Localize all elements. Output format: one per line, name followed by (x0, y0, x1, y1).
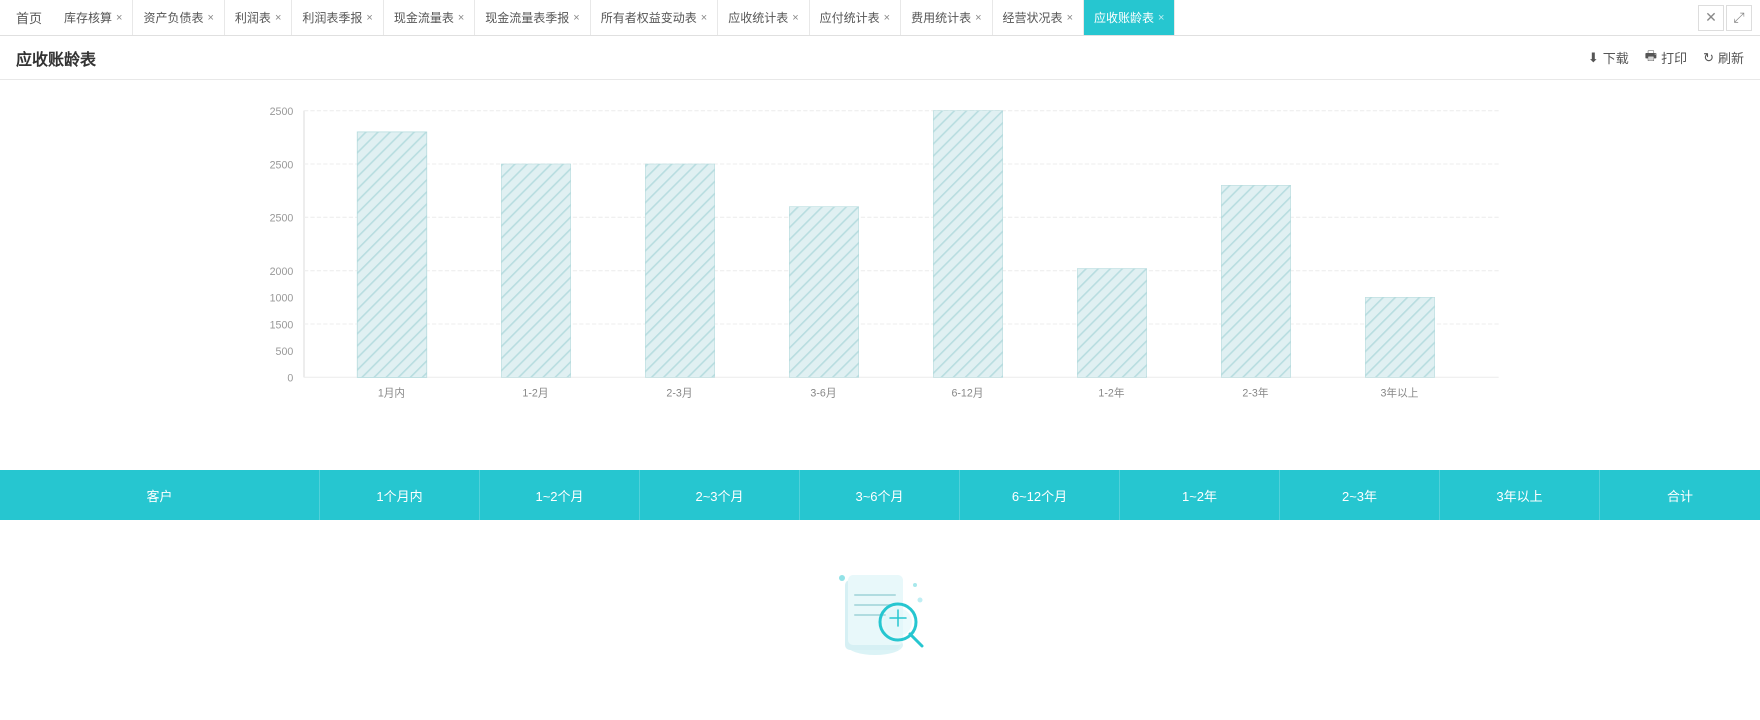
tab-bar: 首页 库存核算 × 资产负债表 × 利润表 × 利润表季报 × 现金流量表 × … (0, 0, 1760, 36)
svg-text:6-12月: 6-12月 (951, 388, 983, 400)
col-header-3plus-year: 3年以上 (1440, 470, 1600, 520)
col-header-1-2year: 1~2年 (1120, 470, 1280, 520)
tab-ar-aging[interactable]: 应收账龄表 × (1084, 0, 1175, 36)
tab-profit-quarterly-label: 利润表季报 (302, 9, 362, 26)
tab-balance[interactable]: 资产负债表 × (133, 0, 224, 36)
tab-balance-close[interactable]: × (207, 12, 213, 24)
svg-text:1000: 1000 (270, 293, 294, 305)
tab-cashflow-close[interactable]: × (458, 12, 464, 24)
svg-text:2-3年: 2-3年 (1242, 387, 1268, 400)
tab-inventory[interactable]: 库存核算 × (54, 0, 133, 36)
tab-profit-quarterly-close[interactable]: × (366, 12, 372, 24)
empty-illustration (820, 550, 940, 670)
tab-cashflow[interactable]: 现金流量表 × (384, 0, 475, 36)
svg-text:2-3月: 2-3月 (666, 388, 692, 400)
print-icon: 🖶 (1645, 47, 1657, 69)
col-header-1-2month: 1~2个月 (480, 470, 640, 520)
tab-equity-label: 所有者权益变动表 (601, 9, 697, 26)
tab-expense-stats-close[interactable]: × (975, 12, 981, 24)
tab-profit[interactable]: 利润表 × (225, 0, 292, 36)
tab-ar-stats-close[interactable]: × (792, 12, 798, 24)
tab-profit-label: 利润表 (235, 9, 271, 26)
svg-text:3-6月: 3-6月 (810, 388, 836, 400)
tab-equity-close[interactable]: × (701, 12, 707, 24)
header-actions: ⬇ 下载 🖶 打印 ↻ 刷新 (1588, 47, 1744, 69)
tab-profit-close[interactable]: × (275, 12, 281, 24)
window-close-button[interactable]: ✕ (1698, 5, 1724, 31)
svg-text:2500: 2500 (270, 106, 294, 118)
tab-expense-stats-label: 费用统计表 (911, 9, 971, 26)
tab-inventory-label: 库存核算 (64, 9, 112, 26)
svg-text:1-2年: 1-2年 (1098, 387, 1124, 400)
tab-cashflow-quarterly[interactable]: 现金流量表季报 × (475, 0, 590, 36)
col-header-customer: 客户 (0, 470, 320, 520)
col-header-2-3year: 2~3年 (1280, 470, 1440, 520)
svg-text:3年以上: 3年以上 (1381, 387, 1419, 400)
tab-profit-quarterly[interactable]: 利润表季报 × (292, 0, 383, 36)
download-icon: ⬇ (1588, 50, 1599, 66)
tab-ap-stats-label: 应付统计表 (820, 9, 880, 26)
svg-text:0: 0 (287, 373, 293, 385)
main-content: 2500 2500 2500 2000 1500 0 1000 500 (0, 80, 1760, 720)
tab-expense-stats[interactable]: 费用统计表 × (901, 0, 992, 36)
col-header-total: 合计 (1600, 470, 1760, 520)
table-header: 客户 1个月内 1~2个月 2~3个月 3~6个月 6~12个月 1~2年 2~… (0, 470, 1760, 520)
tab-home[interactable]: 首页 (4, 0, 54, 36)
svg-text:2500: 2500 (270, 213, 294, 225)
chart-area: 2500 2500 2500 2000 1500 0 1000 500 (0, 80, 1760, 470)
tab-cashflow-quarterly-label: 现金流量表季报 (485, 9, 569, 26)
tab-ar-aging-close[interactable]: × (1158, 12, 1164, 24)
print-label: 打印 (1661, 48, 1687, 67)
svg-text:2000: 2000 (270, 266, 294, 278)
tab-operations-label: 经营状况表 (1003, 9, 1063, 26)
tab-ar-stats-label: 应收统计表 (728, 9, 788, 26)
tab-balance-label: 资产负债表 (143, 9, 203, 26)
col-header-6-12month: 6~12个月 (960, 470, 1120, 520)
bar-chart: 2500 2500 2500 2000 1500 0 1000 500 (30, 100, 1730, 420)
tab-cashflow-quarterly-close[interactable]: × (573, 12, 579, 24)
download-button[interactable]: ⬇ 下载 (1588, 48, 1629, 67)
window-maximize-button[interactable]: ⤢ (1726, 5, 1752, 31)
refresh-icon: ↻ (1703, 50, 1714, 66)
tab-operations[interactable]: 经营状况表 × (993, 0, 1084, 36)
tab-ap-stats-close[interactable]: × (884, 12, 890, 24)
refresh-button[interactable]: ↻ 刷新 (1703, 48, 1744, 67)
tab-inventory-close[interactable]: × (116, 12, 122, 24)
print-button[interactable]: 🖶 打印 (1645, 47, 1687, 69)
svg-text:1月内: 1月内 (378, 387, 405, 400)
home-tab-label: 首页 (16, 8, 42, 27)
svg-text:500: 500 (276, 346, 294, 358)
col-header-1month: 1个月内 (320, 470, 480, 520)
page-header: 应收账龄表 ⬇ 下载 🖶 打印 ↻ 刷新 (0, 36, 1760, 80)
tab-operations-close[interactable]: × (1067, 12, 1073, 24)
col-header-2-3month: 2~3个月 (640, 470, 800, 520)
svg-text:1500: 1500 (270, 319, 294, 331)
tab-ap-stats[interactable]: 应付统计表 × (810, 0, 901, 36)
download-label: 下载 (1603, 48, 1629, 67)
tab-equity[interactable]: 所有者权益变动表 × (591, 0, 718, 36)
tab-cashflow-label: 现金流量表 (394, 9, 454, 26)
svg-text:1-2月: 1-2月 (522, 388, 548, 400)
empty-state (0, 520, 1760, 690)
col-header-3-6month: 3~6个月 (800, 470, 960, 520)
svg-text:2500: 2500 (270, 159, 294, 171)
refresh-label: 刷新 (1718, 48, 1744, 67)
page-title: 应收账龄表 (16, 46, 96, 70)
tab-controls: ✕ ⤢ (1698, 5, 1756, 31)
tab-ar-stats[interactable]: 应收统计表 × (718, 0, 809, 36)
tab-ar-aging-label: 应收账龄表 (1094, 9, 1154, 26)
